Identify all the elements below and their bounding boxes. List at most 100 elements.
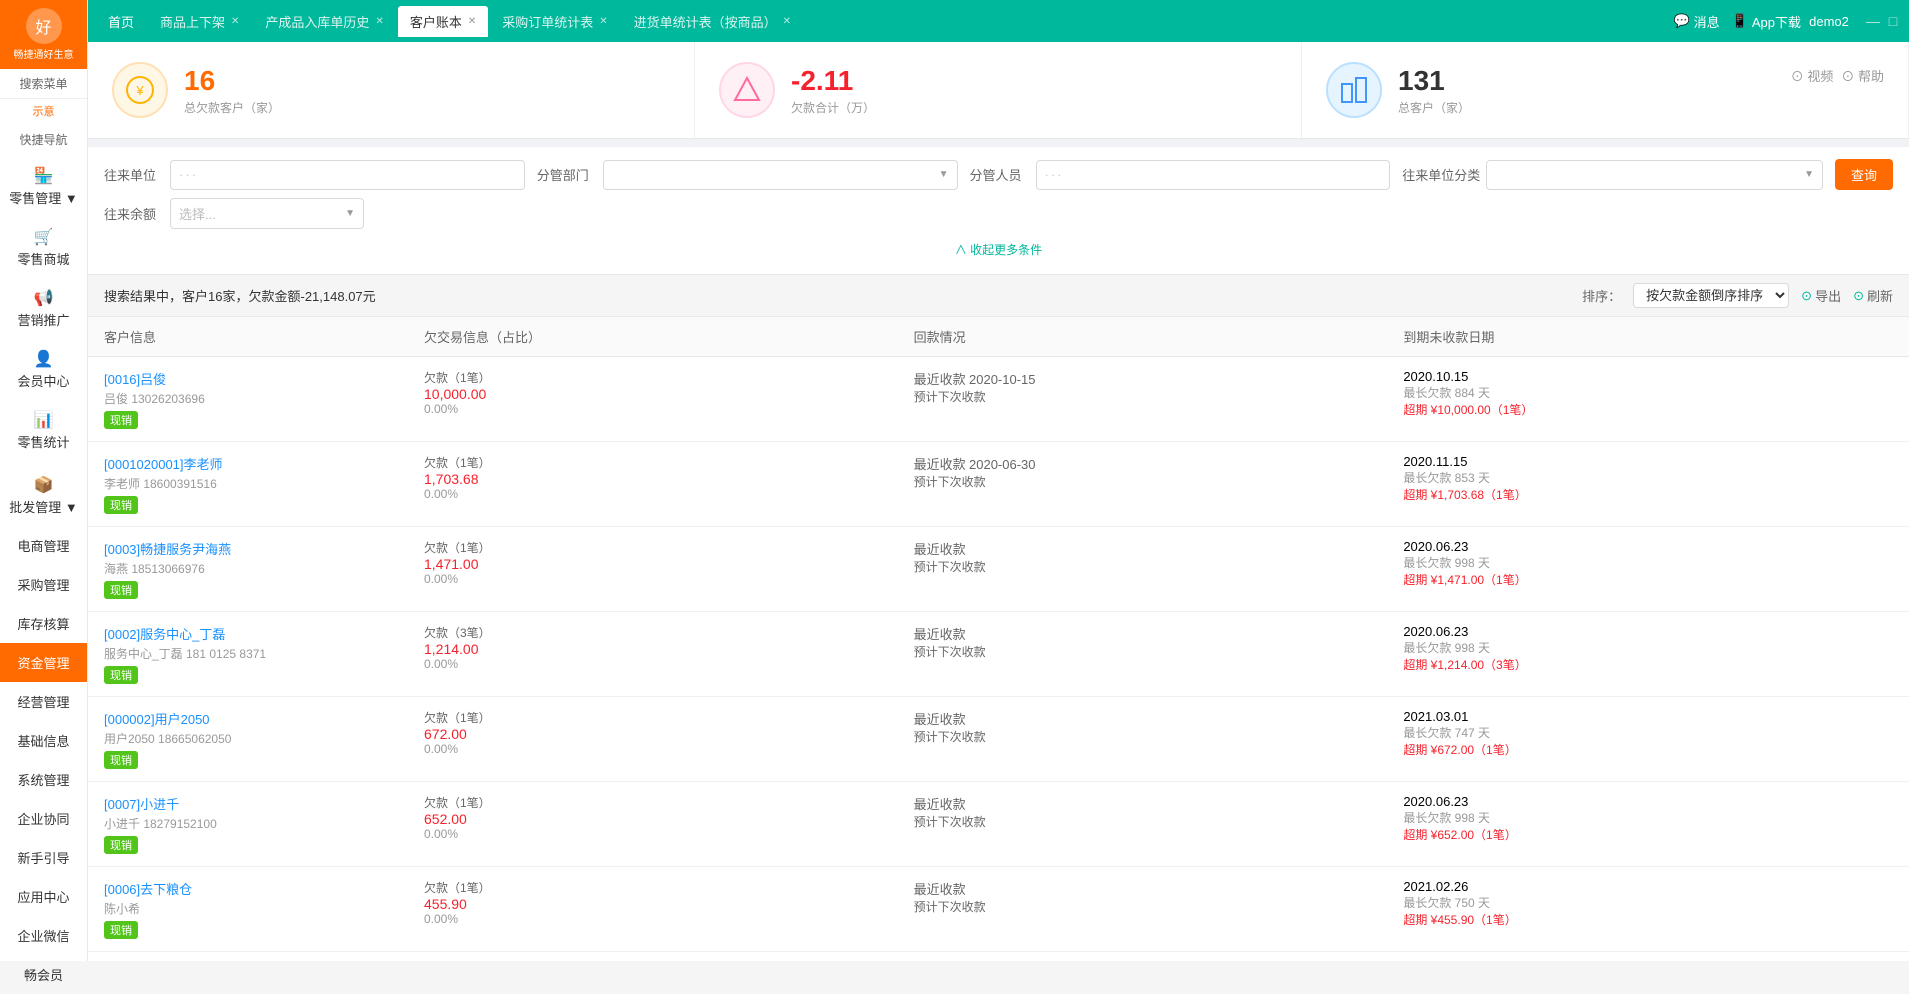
app-logo-icon[interactable]: 好 xyxy=(26,8,62,44)
stat-debt-amount: -2.11 欠款合计（万） xyxy=(695,42,1302,138)
tab-close-icon[interactable]: ✕ xyxy=(375,16,383,27)
tab-home[interactable]: 首页 xyxy=(96,6,146,37)
message-button[interactable]: 💬 消息 xyxy=(1673,12,1719,31)
overdue-link[interactable]: 超期 ¥1,214.00（3笔） xyxy=(1403,656,1893,673)
tab-close-icon[interactable]: ✕ xyxy=(231,16,239,27)
overdue-link[interactable]: 超期 ¥455.90（1笔） xyxy=(1403,911,1893,928)
sidebar-item-label: 采购管理 xyxy=(17,575,69,594)
customer-name[interactable]: [0006]去下粮仓 xyxy=(104,879,424,898)
sidebar-item-system[interactable]: 系统管理 xyxy=(0,760,87,799)
tab-history[interactable]: 产成品入库单历史 ✕ xyxy=(253,6,395,37)
video-help-button[interactable]: ⊙ 视频 xyxy=(1791,66,1834,85)
collection-cell: 最近收款 预计下次收款 xyxy=(914,879,1404,939)
unit-class-field: 往来单位分类 ▼ xyxy=(1402,160,1823,190)
overdue-link[interactable]: 超期 ¥1,471.00（1笔） xyxy=(1403,571,1893,588)
sidebar-item-basic[interactable]: 基础信息 xyxy=(0,721,87,760)
sidebar-item-ecommerce[interactable]: 电商管理 xyxy=(0,526,87,565)
tab-close-icon[interactable]: ✕ xyxy=(783,16,791,27)
overdue-link[interactable]: 超期 ¥1,703.68（1笔） xyxy=(1403,486,1893,503)
export-button[interactable]: ⊙ 导出 xyxy=(1801,286,1841,305)
refresh-button[interactable]: ⊙ 刷新 xyxy=(1853,286,1893,305)
dept-input[interactable]: ▼ xyxy=(603,160,958,190)
table-row: [0006]去下粮仓 陈小希 现销 欠款（1笔） 455.90 0.00% 最近… xyxy=(88,867,1909,952)
app-name: 畅捷通好生意 xyxy=(14,46,74,61)
tab-close-icon[interactable]: ✕ xyxy=(599,16,607,27)
debt-info-cell: 欠款（1笔） 10,000.00 0.00% xyxy=(424,369,914,429)
maximize-button[interactable]: □ xyxy=(1885,13,1901,29)
tab-purchase[interactable]: 进货单统计表（按商品） ✕ xyxy=(622,6,803,37)
customer-name[interactable]: [000002]用户2050 xyxy=(104,709,424,728)
customer-name[interactable]: [0001020001]李老师 xyxy=(104,454,424,473)
dept-label: 分管部门 xyxy=(537,165,597,184)
dept-field: 分管部门 ▼ xyxy=(537,160,958,190)
sidebar-item-apps[interactable]: 应用中心 xyxy=(0,877,87,916)
balance-input[interactable]: 选择... ▼ xyxy=(170,198,364,229)
sidebar-item-finance[interactable]: 资金管理 xyxy=(0,643,87,682)
sidebar-item-newbie[interactable]: 新手引导 xyxy=(0,838,87,877)
customer-name[interactable]: [0002]服务中心_丁磊 xyxy=(104,624,424,643)
from-unit-input[interactable]: ··· xyxy=(170,160,525,190)
sidebar-item-member[interactable]: 👤 会员中心 xyxy=(0,339,87,400)
debt-customers-label: 总欠款客户（家） xyxy=(184,99,280,116)
balance-arrow-icon: ▼ xyxy=(345,208,355,219)
overdue-cell: 2020.10.15 最长欠款 884 天 超期 ¥10,000.00（1笔） xyxy=(1403,369,1893,429)
from-unit-label: 往来单位 xyxy=(104,165,164,184)
collapse-button[interactable]: ∧ 收起更多条件 xyxy=(104,237,1893,262)
overdue-link[interactable]: 超期 ¥10,000.00（1笔） xyxy=(1403,401,1893,418)
sidebar-item-marketing[interactable]: 📢 营销推广 xyxy=(0,278,87,339)
sidebar-item-inventory[interactable]: 库存核算 xyxy=(0,604,87,643)
filter-row-2: 往来余额 选择... ▼ xyxy=(104,198,1893,229)
table-row: [0003]畅捷服务尹海燕 海燕 18513066976 现销 欠款（1笔） 1… xyxy=(88,527,1909,612)
col-debt-info: 欠交易信息（占比） xyxy=(424,327,914,346)
quick-nav-label: 快捷导航 xyxy=(0,123,87,156)
customer-contact: 服务中心_丁磊 181 0125 8371 xyxy=(104,645,424,662)
message-icon: 💬 xyxy=(1673,13,1689,29)
sidebar-item-operation[interactable]: 经营管理 xyxy=(0,682,87,721)
tab-order[interactable]: 采购订单统计表 ✕ xyxy=(490,6,619,37)
col-customer-info: 客户信息 xyxy=(104,327,424,346)
sidebar-item-enterprise[interactable]: 企业协同 xyxy=(0,799,87,838)
sidebar-item-label: 批发管理 ▼ xyxy=(9,497,77,516)
unit-class-input[interactable]: ▼ xyxy=(1486,160,1823,190)
stat-debt-customers: ¥ 16 总欠款客户（家） xyxy=(88,42,695,138)
tab-account[interactable]: 客户账本 ✕ xyxy=(398,6,488,37)
user-avatar[interactable]: demo2 xyxy=(1813,5,1845,37)
customer-name[interactable]: [0003]畅捷服务尹海燕 xyxy=(104,539,424,558)
stat-total-customers: 131 总客户（家） ⊙ 视频 ⊙ 帮助 xyxy=(1302,42,1909,138)
sidebar-item-label: 企业协同 xyxy=(17,809,69,828)
table-row: [000001]黄思源 黄思源 13552700226 现销 欠款（1笔） 42… xyxy=(88,952,1909,961)
customer-name[interactable]: [0007]小进千 xyxy=(104,794,424,813)
sidebar-item-retail-mgmt[interactable]: 🏪 零售管理 ▼ xyxy=(0,156,87,217)
col-collection: 回款情况 xyxy=(914,327,1404,346)
debt-customers-icon: ¥ xyxy=(112,62,168,118)
sidebar-item-label: 零售商城 xyxy=(17,249,69,268)
debt-amount-label: 欠款合计（万） xyxy=(791,99,875,116)
overdue-link[interactable]: 超期 ¥652.00（1笔） xyxy=(1403,826,1893,843)
sidebar-item-wholesale[interactable]: 📦 批发管理 ▼ xyxy=(0,465,87,526)
tab-close-icon[interactable]: ✕ xyxy=(468,16,476,27)
sort-select[interactable]: 按欠款金额倒序排序 xyxy=(1633,283,1789,308)
sidebar-item-purchase[interactable]: 采购管理 xyxy=(0,565,87,604)
overdue-link[interactable]: 超期 ¥672.00（1笔） xyxy=(1403,741,1893,758)
search-button[interactable]: 查询 xyxy=(1835,159,1893,190)
sidebar-item-retail-mall[interactable]: 🛒 零售商城 xyxy=(0,217,87,278)
help-button[interactable]: ⊙ 帮助 xyxy=(1841,66,1884,85)
overdue-cell: 2020.11.15 最长欠款 853 天 超期 ¥1,703.68（1笔） xyxy=(1403,454,1893,514)
dept-arrow-icon: ▼ xyxy=(939,169,949,180)
balance-label: 往来余额 xyxy=(104,204,164,223)
tab-products[interactable]: 商品上下架 ✕ xyxy=(148,6,251,37)
person-input[interactable]: ··· xyxy=(1036,160,1391,190)
debt-info-cell: 欠款（1笔） 672.00 0.00% xyxy=(424,709,914,769)
customer-name[interactable]: [0016]吕俊 xyxy=(104,369,424,388)
app-download-button[interactable]: 📱 App下载 xyxy=(1732,12,1801,31)
sidebar-item-label: 畅会员 xyxy=(24,965,63,984)
sidebar-item-wechat[interactable]: 企业微信 xyxy=(0,916,87,955)
sidebar-item-retail-stat[interactable]: 📊 零售统计 xyxy=(0,400,87,461)
svg-text:¥: ¥ xyxy=(135,83,144,98)
minimize-button[interactable]: — xyxy=(1865,13,1881,29)
collection-cell: 最近收款 预计下次收款 xyxy=(914,624,1404,684)
search-menu-button[interactable]: 搜索菜单 xyxy=(0,69,87,99)
sidebar-item-label: 新手引导 xyxy=(17,848,69,867)
sidebar-item-label: 企业微信 xyxy=(17,926,69,945)
customer-info-cell: [0003]畅捷服务尹海燕 海燕 18513066976 现销 xyxy=(104,539,424,599)
